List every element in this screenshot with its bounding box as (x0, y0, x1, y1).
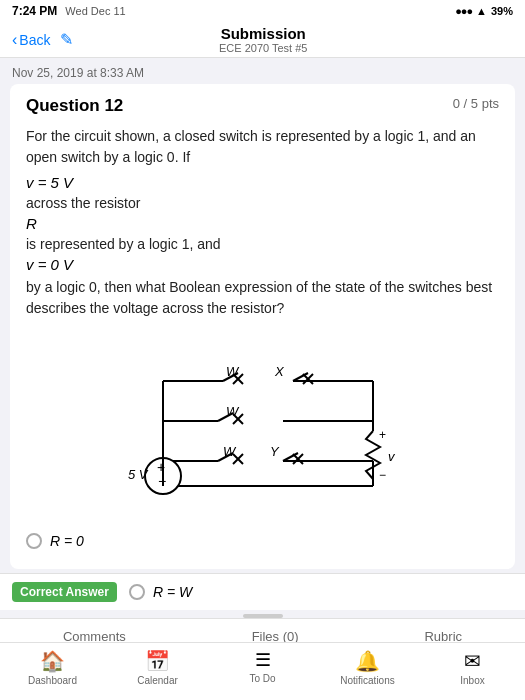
line2: is represented by a logic 1, and (26, 236, 499, 252)
status-time: 7:24 PM Wed Dec 11 (12, 4, 126, 18)
nav-center: Submission ECE 2070 Test #5 (219, 25, 307, 54)
submission-timestamp: Nov 25, 2019 at 8:33 AM (0, 58, 525, 84)
radio-button-1[interactable] (26, 533, 42, 549)
question-number: Question 12 (26, 96, 123, 116)
svg-text:W: W (226, 404, 240, 419)
tab-notifications[interactable]: 🔔 Notifications (338, 649, 398, 692)
answer-option-1[interactable]: R = 0 (26, 533, 499, 549)
back-chevron-icon: ‹ (12, 31, 17, 49)
date-display: Wed Dec 11 (65, 5, 125, 17)
time-display: 7:24 PM (12, 4, 57, 18)
question-intro: For the circuit shown, a closed switch i… (26, 126, 499, 168)
signal-icon: ●●● (455, 5, 472, 17)
tab-dashboard[interactable]: 🏠 Dashboard (23, 649, 83, 692)
svg-text:+: + (379, 428, 386, 442)
nav-bar: ‹ Back ✎ Submission ECE 2070 Test #5 (0, 22, 525, 58)
svg-text:Y: Y (270, 444, 280, 459)
tab-todo[interactable]: ☰ To Do (233, 649, 293, 692)
tab-calendar-label: Calendar (137, 675, 178, 686)
dashboard-icon: 🏠 (40, 649, 65, 673)
tab-notifications-label: Notifications (340, 675, 394, 686)
wifi-icon: ▲ (476, 5, 487, 17)
line1: across the resistor (26, 195, 499, 211)
expr2: R (26, 215, 499, 232)
tab-inbox[interactable]: ✉ Inbox (443, 649, 503, 692)
inbox-icon: ✉ (464, 649, 481, 673)
svg-text:X: X (274, 364, 285, 379)
correct-answer-bar: Correct Answer R = W (0, 573, 525, 610)
tab-todo-label: To Do (249, 673, 275, 684)
correct-answer-text: R = W (153, 584, 192, 600)
nav-title: Submission (219, 25, 307, 42)
tab-bar: 🏠 Dashboard 📅 Calendar ☰ To Do 🔔 Notific… (0, 642, 525, 700)
battery-display: 39% (491, 5, 513, 17)
correct-answer-option: R = W (129, 584, 192, 600)
back-button[interactable]: ‹ Back ✎ (12, 30, 73, 49)
back-label: Back (19, 32, 50, 48)
todo-icon: ☰ (255, 649, 271, 671)
points-display: 0 / 5 pts (453, 96, 499, 111)
circuit-svg: + − 5 V W X W W (118, 331, 408, 521)
svg-text:5 V: 5 V (128, 467, 149, 482)
nav-subtitle: ECE 2070 Test #5 (219, 42, 307, 54)
question-card: Question 12 0 / 5 pts For the circuit sh… (10, 84, 515, 569)
tab-inbox-label: Inbox (460, 675, 484, 686)
status-icons: ●●● ▲ 39% (455, 5, 513, 17)
tab-calendar[interactable]: 📅 Calendar (128, 649, 188, 692)
calendar-icon: 📅 (145, 649, 170, 673)
status-bar: 7:24 PM Wed Dec 11 ●●● ▲ 39% (0, 0, 525, 22)
expr1: v = 5 V (26, 174, 499, 191)
svg-text:v: v (388, 449, 396, 464)
expr3: v = 0 V (26, 256, 499, 273)
correct-radio-button[interactable] (129, 584, 145, 600)
correct-answer-label: Correct Answer (12, 582, 117, 602)
answer-text-1: R = 0 (50, 533, 84, 549)
line3: by a logic 0, then what Boolean expressi… (26, 277, 499, 319)
notifications-icon: 🔔 (355, 649, 380, 673)
edit-icon[interactable]: ✎ (60, 30, 73, 49)
card-header: Question 12 0 / 5 pts (26, 96, 499, 116)
svg-text:−: − (379, 468, 386, 482)
tab-dashboard-label: Dashboard (28, 675, 77, 686)
circuit-diagram: + − 5 V W X W W (26, 331, 499, 521)
